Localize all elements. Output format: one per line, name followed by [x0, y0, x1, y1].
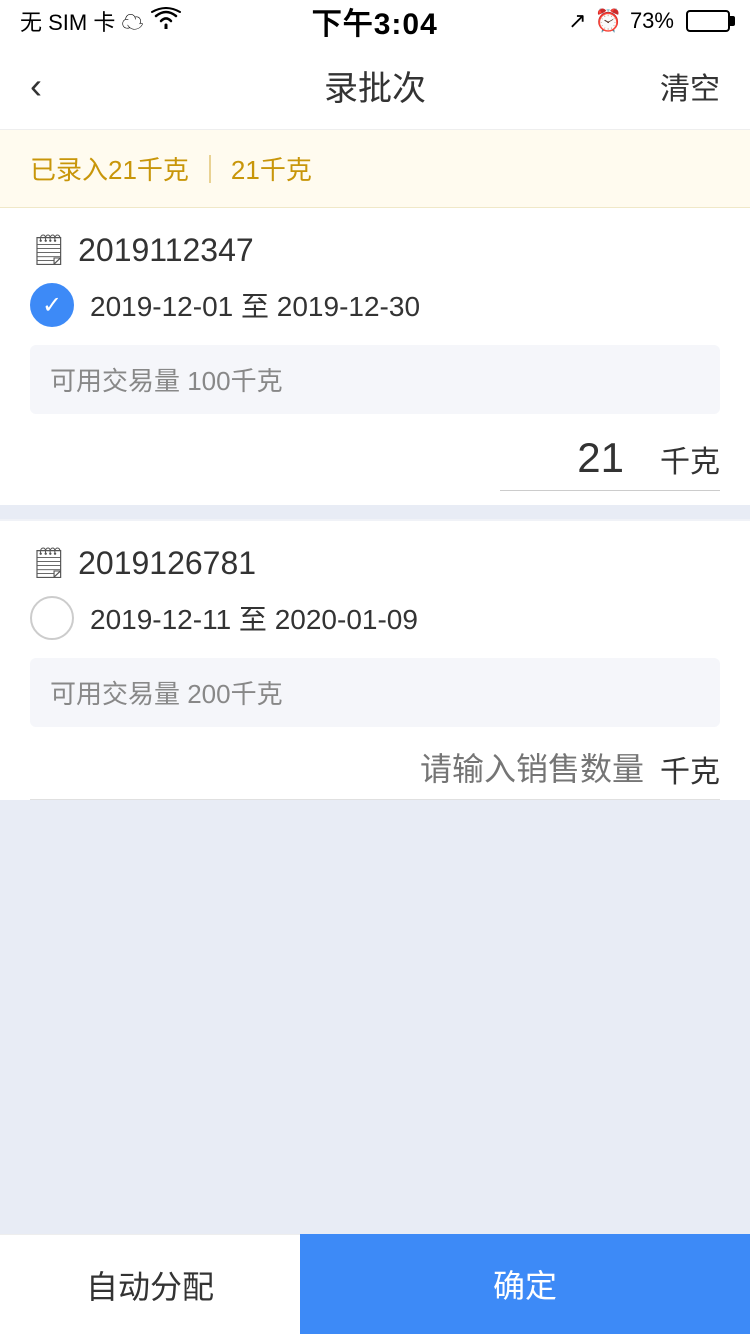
batch1-underline-wrap: [30, 490, 720, 505]
batch1-id-row: 🗒 2019112347: [30, 232, 720, 269]
bottom-bar: 自动分配 确定: [0, 1234, 750, 1334]
nav-bar: ‹ 录批次 清空: [0, 42, 750, 130]
batch1-amount-row: 21 千克: [30, 434, 720, 490]
back-button[interactable]: ‹: [30, 65, 90, 107]
batch1-icon: 🗒: [30, 233, 68, 268]
batch2-date-row[interactable]: 2019-12-11 至 2020-01-09: [30, 596, 720, 640]
page-title: 录批次: [324, 61, 426, 110]
batch2-card: 🗒 2019126781 2019-12-11 至 2020-01-09 可用交…: [0, 521, 750, 800]
qty-input[interactable]: [244, 751, 644, 788]
batch2-input-row: 千克: [30, 747, 720, 799]
batch2-item: 🗒 2019126781 2019-12-11 至 2020-01-09 可用交…: [0, 521, 750, 727]
wifi-icon: [151, 7, 181, 35]
batch2-input-section: 千克: [0, 727, 750, 800]
batch1-date: 2019-12-01 至 2019-12-30: [90, 285, 420, 325]
status-right: ↗ ⏰ 73%: [568, 8, 730, 34]
batch2-id-row: 🗒 2019126781: [30, 545, 720, 582]
batch1-date-row[interactable]: ✓ 2019-12-01 至 2019-12-30: [30, 283, 720, 327]
battery-percent: 73%: [630, 8, 674, 34]
batch1-amount-unit: 千克: [660, 437, 720, 481]
batch2-radio[interactable]: [30, 596, 74, 640]
batch1-qty-bar: 可用交易量 100千克: [30, 345, 720, 414]
batch1-underline: [500, 490, 720, 491]
batch1-amount-value: 21: [577, 434, 624, 482]
confirm-button[interactable]: 确定: [300, 1234, 750, 1334]
card-divider: [0, 505, 750, 519]
battery-icon: [686, 10, 730, 32]
location-icon: ↗: [568, 8, 586, 34]
info-banner: 已录入21千克 21千克: [0, 130, 750, 208]
batch1-radio[interactable]: ✓: [30, 283, 74, 327]
recorded-label: 已录入21千克: [30, 150, 189, 187]
empty-area: [0, 800, 750, 1234]
batch2-unit: 千克: [660, 747, 720, 791]
batch1-card: 🗒 2019112347 ✓ 2019-12-01 至 2019-12-30 可…: [0, 208, 750, 505]
alarm-icon: ⏰: [595, 8, 622, 34]
status-bar: 无 SIM 卡 ☁ 下午3:04 ↗ ⏰ 73%: [0, 0, 750, 42]
auto-distribute-button[interactable]: 自动分配: [0, 1234, 300, 1334]
batch2-qty-bar: 可用交易量 200千克: [30, 658, 720, 727]
sim-label: 无 SIM 卡 ☁: [20, 5, 143, 37]
batch1-id: 2019112347: [78, 232, 254, 269]
status-time: 下午3:04: [312, 0, 438, 43]
batch1-amount-section: 21 千克: [0, 414, 750, 505]
status-left: 无 SIM 卡 ☁: [20, 5, 181, 37]
info-divider: [209, 155, 211, 183]
total-label: 21千克: [231, 150, 312, 187]
batch1-item: 🗒 2019112347 ✓ 2019-12-01 至 2019-12-30 可…: [0, 208, 750, 414]
content-wrapper: 已录入21千克 21千克 🗒 2019112347 ✓ 2019-12-01 至…: [0, 130, 750, 1234]
batch2-icon: 🗒: [30, 546, 68, 581]
check-icon: ✓: [42, 291, 62, 320]
batch2-date: 2019-12-11 至 2020-01-09: [90, 598, 418, 638]
clear-button[interactable]: 清空: [660, 64, 720, 108]
batch2-id: 2019126781: [78, 545, 256, 582]
